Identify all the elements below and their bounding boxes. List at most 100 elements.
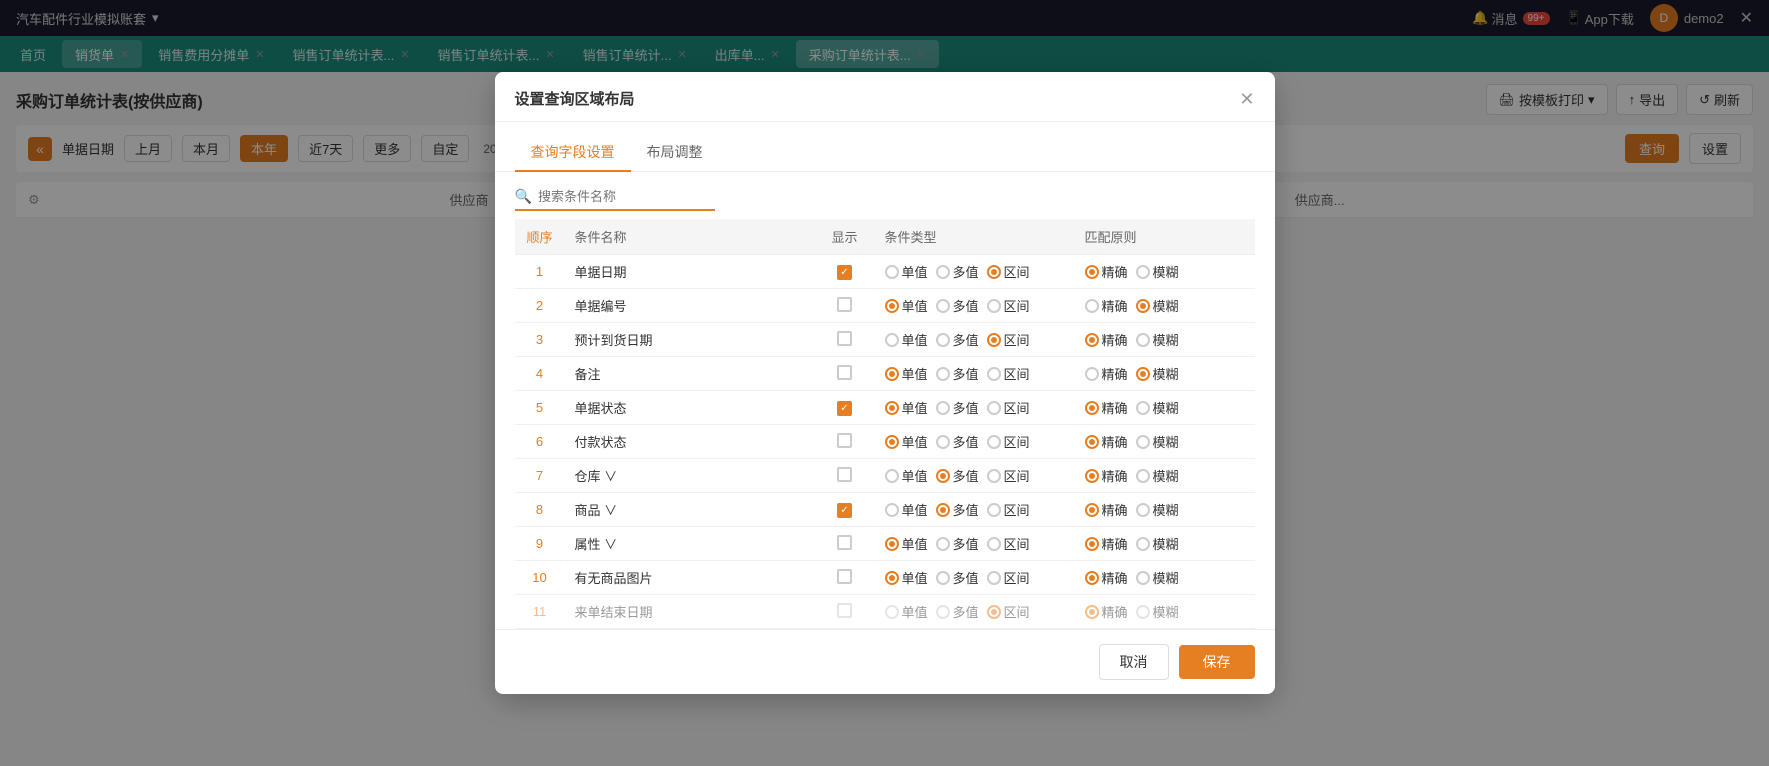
radio-match-option[interactable]: 精确	[1085, 534, 1128, 553]
cancel-button[interactable]: 取消	[1099, 644, 1169, 680]
radio-match-option[interactable]: 精确	[1085, 432, 1128, 451]
radio-match-option[interactable]: 精确	[1085, 568, 1128, 587]
radio-type-option[interactable]: 区间	[987, 602, 1030, 621]
checkbox-show[interactable]	[837, 535, 852, 550]
cell-show[interactable]	[815, 289, 875, 323]
radio-circle	[1085, 537, 1099, 551]
checkbox-show[interactable]	[837, 433, 852, 448]
radio-type-option[interactable]: 多值	[936, 432, 979, 451]
checkbox-show[interactable]	[837, 569, 852, 584]
radio-match-option[interactable]: 精确	[1085, 398, 1128, 417]
radio-type-option[interactable]: 多值	[936, 500, 979, 519]
radio-label: 精确	[1102, 534, 1128, 553]
table-row: 7仓库 ∨单值多值区间精确模糊	[515, 459, 1255, 493]
checkbox-show[interactable]: ✓	[837, 401, 852, 416]
radio-type-option[interactable]: 区间	[987, 534, 1030, 553]
save-button[interactable]: 保存	[1179, 645, 1255, 679]
cell-show[interactable]: ✓	[815, 391, 875, 425]
cell-show[interactable]: ✓	[815, 255, 875, 289]
cell-show[interactable]	[815, 357, 875, 391]
cell-show[interactable]	[815, 425, 875, 459]
radio-type-option[interactable]: 多值	[936, 262, 979, 281]
radio-match-option[interactable]: 模糊	[1136, 330, 1179, 349]
checkbox-show[interactable]	[837, 297, 852, 312]
radio-type-option[interactable]: 多值	[936, 296, 979, 315]
radio-type-option[interactable]: 单值	[885, 466, 928, 485]
dialog-close-button[interactable]: ✕	[1239, 90, 1254, 108]
radio-type-option[interactable]: 多值	[936, 568, 979, 587]
radio-type-option[interactable]: 单值	[885, 534, 928, 553]
radio-type-option[interactable]: 单值	[885, 398, 928, 417]
radio-match-option[interactable]: 精确	[1085, 500, 1128, 519]
radio-type-option[interactable]: 区间	[987, 398, 1030, 417]
cell-match: 精确模糊	[1075, 527, 1255, 561]
radio-type-option[interactable]: 单值	[885, 602, 928, 621]
radio-type-option[interactable]: 区间	[987, 500, 1030, 519]
radio-match-option[interactable]: 模糊	[1136, 602, 1179, 621]
checkbox-show[interactable]: ✓	[837, 503, 852, 518]
radio-type-option[interactable]: 多值	[936, 534, 979, 553]
cell-show[interactable]	[815, 561, 875, 595]
radio-type-option[interactable]: 多值	[936, 364, 979, 383]
radio-type-option[interactable]: 区间	[987, 568, 1030, 587]
radio-match-option[interactable]: 精确	[1085, 296, 1128, 315]
cell-show[interactable]	[815, 323, 875, 357]
radio-match-option[interactable]: 精确	[1085, 330, 1128, 349]
tab-fields[interactable]: 查询字段设置	[515, 134, 631, 172]
cell-show[interactable]	[815, 527, 875, 561]
radio-match-option[interactable]: 精确	[1085, 262, 1128, 281]
radio-type-option[interactable]: 多值	[936, 330, 979, 349]
radio-match-option[interactable]: 模糊	[1136, 296, 1179, 315]
radio-type-option[interactable]: 区间	[987, 466, 1030, 485]
radio-circle	[1085, 469, 1099, 483]
radio-match-option[interactable]: 模糊	[1136, 568, 1179, 587]
cell-match: 精确模糊	[1075, 459, 1255, 493]
radio-type-option[interactable]: 单值	[885, 432, 928, 451]
cell-type: 单值多值区间	[875, 323, 1075, 357]
radio-type-option[interactable]: 多值	[936, 602, 979, 621]
cell-name: 属性 ∨	[565, 527, 815, 561]
radio-type-option[interactable]: 区间	[987, 432, 1030, 451]
radio-type-option[interactable]: 区间	[987, 330, 1030, 349]
radio-label: 区间	[1004, 500, 1030, 519]
cell-name: 付款状态	[565, 425, 815, 459]
checkbox-show[interactable]	[837, 603, 852, 618]
radio-type-option[interactable]: 多值	[936, 398, 979, 417]
radio-type-option[interactable]: 单值	[885, 500, 928, 519]
checkbox-show[interactable]	[837, 365, 852, 380]
radio-match-option[interactable]: 精确	[1085, 364, 1128, 383]
cell-show[interactable]	[815, 459, 875, 493]
search-input[interactable]	[538, 189, 715, 204]
checkbox-show[interactable]	[837, 467, 852, 482]
cell-show[interactable]	[815, 595, 875, 629]
radio-match-option[interactable]: 模糊	[1136, 432, 1179, 451]
radio-type-option[interactable]: 单值	[885, 262, 928, 281]
cell-match: 精确模糊	[1075, 323, 1255, 357]
radio-match-option[interactable]: 精确	[1085, 466, 1128, 485]
radio-match-option[interactable]: 模糊	[1136, 398, 1179, 417]
radio-circle	[885, 435, 899, 449]
radio-match-option[interactable]: 模糊	[1136, 364, 1179, 383]
radio-circle	[936, 367, 950, 381]
cell-name: 预计到货日期	[565, 323, 815, 357]
radio-type-option[interactable]: 单值	[885, 568, 928, 587]
checkbox-show[interactable]: ✓	[837, 265, 852, 280]
radio-circle	[936, 333, 950, 347]
radio-label: 多值	[953, 568, 979, 587]
radio-match-option[interactable]: 模糊	[1136, 262, 1179, 281]
radio-type-option[interactable]: 区间	[987, 296, 1030, 315]
radio-type-option[interactable]: 单值	[885, 296, 928, 315]
radio-circle	[885, 571, 899, 585]
radio-match-option[interactable]: 精确	[1085, 602, 1128, 621]
radio-type-option[interactable]: 单值	[885, 364, 928, 383]
radio-match-option[interactable]: 模糊	[1136, 534, 1179, 553]
tab-layout[interactable]: 布局调整	[631, 134, 719, 172]
radio-match-option[interactable]: 模糊	[1136, 500, 1179, 519]
radio-type-option[interactable]: 单值	[885, 330, 928, 349]
radio-type-option[interactable]: 多值	[936, 466, 979, 485]
radio-type-option[interactable]: 区间	[987, 364, 1030, 383]
checkbox-show[interactable]	[837, 331, 852, 346]
cell-show[interactable]: ✓	[815, 493, 875, 527]
radio-match-option[interactable]: 模糊	[1136, 466, 1179, 485]
radio-type-option[interactable]: 区间	[987, 262, 1030, 281]
